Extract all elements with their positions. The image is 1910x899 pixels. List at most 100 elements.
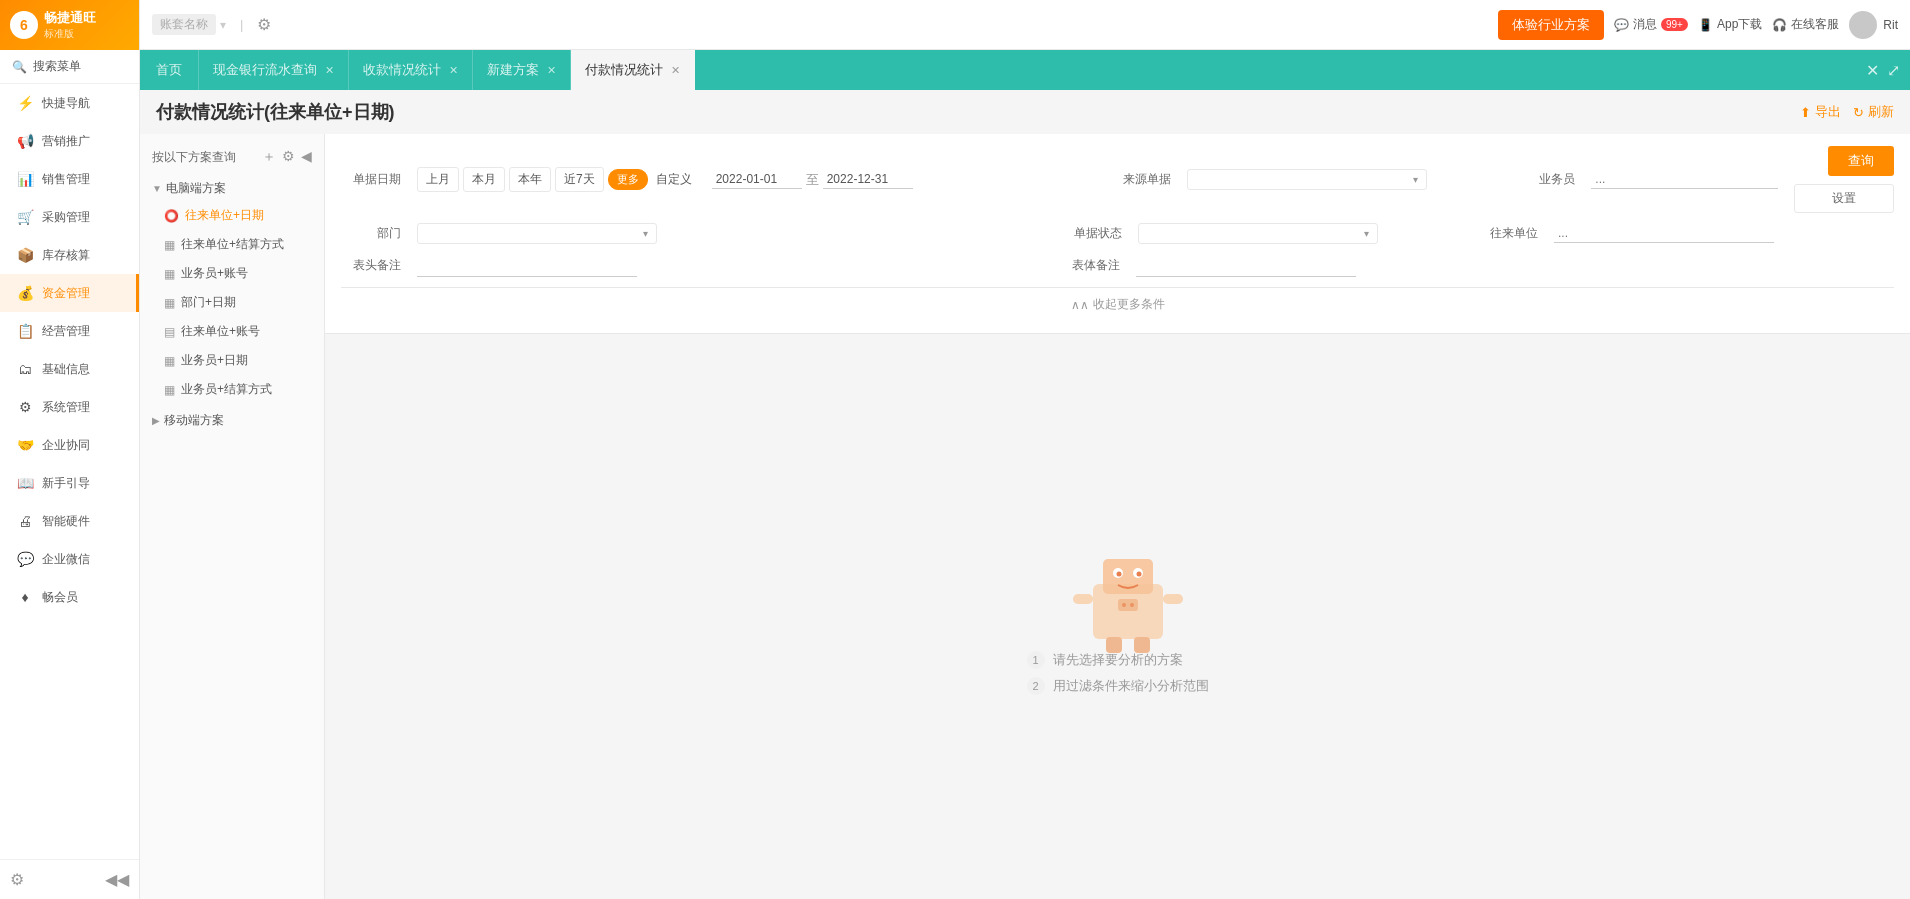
scheme-item-partner-date[interactable]: ⭕ 往来单位+日期 (140, 201, 324, 230)
last-month-btn[interactable]: 上月 (417, 167, 459, 192)
scheme-item-partner-settle[interactable]: ▦ 往来单位+结算方式 (140, 230, 324, 259)
tip-1-num: 1 (1027, 651, 1045, 669)
app-download-btn[interactable]: 📱 App下载 (1698, 16, 1762, 33)
export-btn[interactable]: ⬆ 导出 (1800, 103, 1841, 121)
sidebar-item-inventory[interactable]: 📦 库存核算 (0, 236, 139, 274)
scheme-header-icons: ＋ ⚙ ◀ (262, 148, 312, 166)
scheme-item-icon: ▦ (164, 296, 175, 310)
date-from-input[interactable] (712, 170, 802, 189)
online-service-btn[interactable]: 🎧 在线客服 (1772, 16, 1839, 33)
content-area: 按以下方案查询 ＋ ⚙ ◀ ▼ 电脑端方案 ⭕ 往来单位+日期 ▦ (140, 134, 1910, 899)
inventory-icon: 📦 (16, 246, 34, 264)
maximize-icon[interactable]: ⤢ (1887, 61, 1900, 80)
trial-btn[interactable]: 体验行业方案 (1498, 10, 1604, 40)
system-icon: ⚙ (16, 398, 34, 416)
scheme-settings-icon[interactable]: ⚙ (282, 148, 295, 166)
collapse-scheme-icon[interactable]: ◀ (301, 148, 312, 166)
this-month-btn[interactable]: 本月 (463, 167, 505, 192)
sidebar-item-basic[interactable]: 🗂 基础信息 (0, 350, 139, 388)
desktop-section-label: 电脑端方案 (166, 180, 226, 197)
tab-receipt-stat-close[interactable]: ✕ (449, 64, 458, 77)
scheme-item-staff-date[interactable]: ▦ 业务员+日期 (140, 346, 324, 375)
search-menu[interactable]: 🔍 搜索菜单 (0, 50, 139, 84)
dept-select-arrow: ▾ (643, 228, 648, 239)
sidebar-nav: ⚡ 快捷导航 📢 营销推广 📊 销售管理 🛒 采购管理 📦 库存核算 💰 资金管… (0, 84, 139, 859)
sidebar-item-sales[interactable]: 📊 销售管理 (0, 160, 139, 198)
sidebar-item-label: 畅会员 (42, 589, 78, 606)
sidebar-item-finance[interactable]: 💰 资金管理 (0, 274, 139, 312)
scheme-item-icon: ▦ (164, 238, 175, 252)
messages-btn[interactable]: 💬 消息 99+ (1614, 16, 1688, 33)
tab-new-scheme[interactable]: 新建方案 ✕ (473, 50, 571, 90)
purchase-icon: 🛒 (16, 208, 34, 226)
sidebar-item-label: 快捷导航 (42, 95, 90, 112)
sidebar-item-label: 营销推广 (42, 133, 90, 150)
scheme-item-icon: ▤ (164, 325, 175, 339)
tab-payment-stat[interactable]: 付款情况统计 ✕ (571, 50, 695, 90)
scheme-item-label: 往来单位+账号 (181, 323, 260, 340)
sidebar-item-hardware[interactable]: 🖨 智能硬件 (0, 502, 139, 540)
sidebar-item-quick-nav[interactable]: ⚡ 快捷导航 (0, 84, 139, 122)
tab-new-scheme-close[interactable]: ✕ (547, 64, 556, 77)
collapse-sidebar-icon[interactable]: ◀◀ (105, 870, 129, 889)
scheme-item-partner-account[interactable]: ▤ 往来单位+账号 (140, 317, 324, 346)
header-note-input[interactable] (417, 254, 637, 277)
app-logo: 6 (10, 11, 38, 39)
scheme-item-staff-settle[interactable]: ▦ 业务员+结算方式 (140, 375, 324, 404)
scheme-item-label: 业务员+日期 (181, 352, 248, 369)
filter-row-3: 表头备注 表体备注 (341, 254, 1894, 277)
sidebar-item-label: 库存核算 (42, 247, 90, 264)
sidebar-item-purchase[interactable]: 🛒 采购管理 (0, 198, 139, 236)
dept-label: 部门 (341, 225, 401, 242)
tab-receipt-stat[interactable]: 收款情况统计 ✕ (349, 50, 473, 90)
svg-point-4 (1116, 571, 1121, 576)
tab-home[interactable]: 首页 (140, 50, 199, 90)
tab-payment-stat-close[interactable]: ✕ (671, 64, 680, 77)
sidebar-item-operation[interactable]: 📋 经营管理 (0, 312, 139, 350)
settings-icon[interactable]: ⚙ (10, 870, 24, 889)
app-download-label: App下载 (1717, 16, 1762, 33)
svg-point-11 (1122, 603, 1126, 607)
more-dates-btn[interactable]: 更多 (608, 169, 648, 190)
scheme-item-icon: ▦ (164, 383, 175, 397)
avatar (1849, 11, 1877, 39)
mobile-section-label: 移动端方案 (164, 412, 224, 429)
settings-gear-icon[interactable]: ⚙ (257, 15, 271, 34)
doc-status-select[interactable]: ▾ (1138, 223, 1378, 244)
scheme-item-label: 业务员+账号 (181, 265, 248, 282)
source-label: 来源单据 (1123, 171, 1171, 188)
last-7days-btn[interactable]: 近7天 (555, 167, 604, 192)
app-edition: 标准版 (44, 27, 96, 41)
mobile-section-title[interactable]: ▶ 移动端方案 (140, 408, 324, 433)
tab-bank-flow[interactable]: 现金银行流水查询 ✕ (199, 50, 349, 90)
date-options: 上月 本月 本年 近7天 更多 自定义 (417, 167, 692, 192)
staff-input[interactable] (1591, 170, 1778, 189)
scheme-item-staff-account[interactable]: ▦ 业务员+账号 (140, 259, 324, 288)
sidebar-item-marketing[interactable]: 📢 营销推广 (0, 122, 139, 160)
scheme-item-dept-date[interactable]: ▦ 部门+日期 (140, 288, 324, 317)
online-service-label: 在线客服 (1791, 16, 1839, 33)
settings-btn[interactable]: 设置 (1794, 184, 1894, 213)
sidebar-item-system[interactable]: ⚙ 系统管理 (0, 388, 139, 426)
this-year-btn[interactable]: 本年 (509, 167, 551, 192)
source-select[interactable]: ▾ (1187, 169, 1427, 190)
dept-select[interactable]: ▾ (417, 223, 657, 244)
tab-bank-flow-close[interactable]: ✕ (325, 64, 334, 77)
tab-payment-stat-label: 付款情况统计 (585, 61, 663, 79)
body-note-input[interactable] (1136, 254, 1356, 277)
desktop-section-title[interactable]: ▼ 电脑端方案 (140, 176, 324, 201)
add-scheme-icon[interactable]: ＋ (262, 148, 276, 166)
date-to-input[interactable] (823, 170, 913, 189)
sidebar-item-enterprise[interactable]: 🤝 企业协同 (0, 426, 139, 464)
refresh-btn[interactable]: ↻ 刷新 (1853, 103, 1894, 121)
close-all-tabs-icon[interactable]: ✕ (1866, 61, 1879, 80)
sidebar-item-guide[interactable]: 📖 新手引导 (0, 464, 139, 502)
sidebar-item-wechat[interactable]: 💬 企业微信 (0, 540, 139, 578)
svg-point-5 (1136, 571, 1141, 576)
query-btn[interactable]: 查询 (1828, 146, 1894, 176)
mobile-scheme-section: ▶ 移动端方案 (140, 408, 324, 433)
partner-input[interactable] (1554, 224, 1774, 243)
empty-robot-svg (1068, 539, 1188, 659)
collapse-btn[interactable]: ∧∧ 收起更多条件 (1071, 296, 1165, 313)
sidebar-item-vip[interactable]: ♦ 畅会员 (0, 578, 139, 616)
